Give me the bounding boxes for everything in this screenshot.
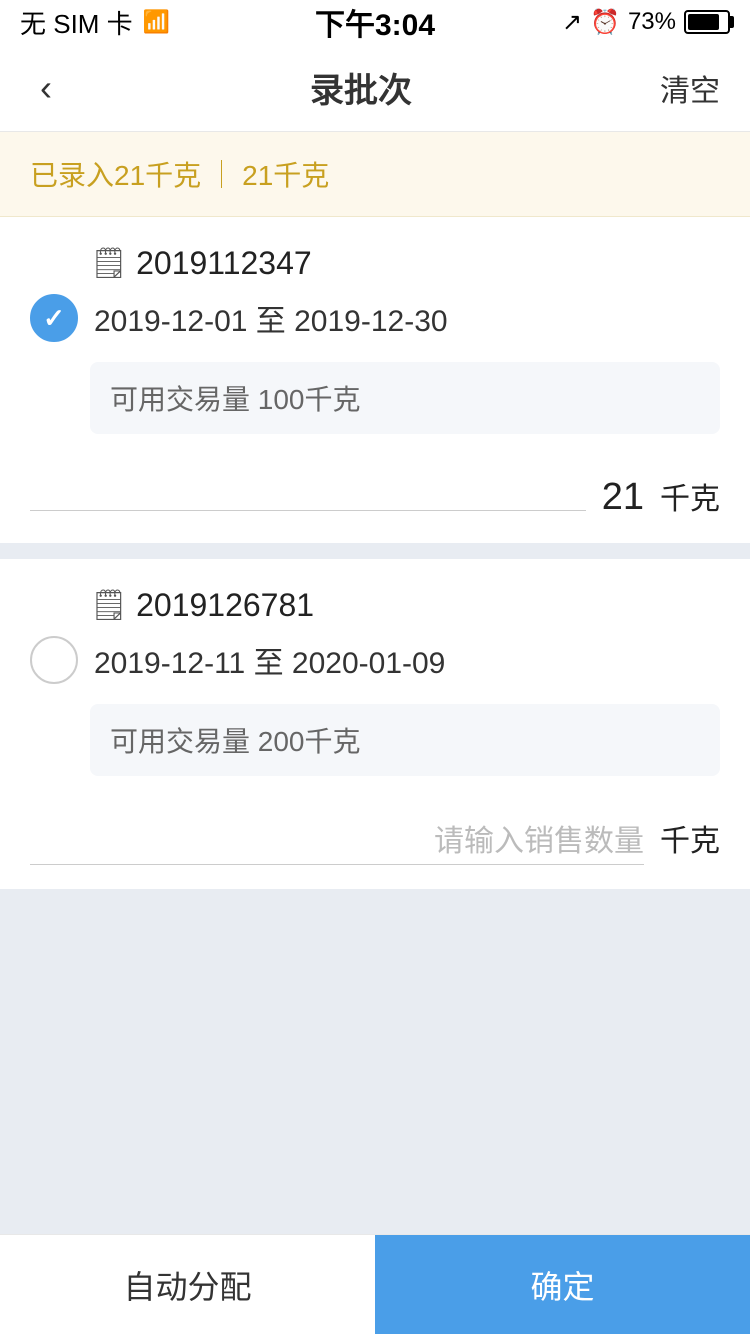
batch-id-icon-1: 🗒 <box>90 246 128 281</box>
batch-item-2: 🗒 2019126781 2019-12-11 至 2020-01-09 可用交… <box>0 559 750 776</box>
batch-id-text-2: 2019126781 <box>136 587 314 624</box>
batch-avail-text-2: 可用交易量 200千克 <box>110 726 361 757</box>
batch-date-text-2: 2019-12-11 至 2020-01-09 <box>94 638 445 682</box>
batch-date-row-1[interactable]: 2019-12-01 至 2019-12-30 <box>30 294 720 342</box>
battery-icon <box>684 10 730 34</box>
radio-button-1[interactable] <box>30 294 78 342</box>
radio-button-2[interactable] <box>30 636 78 684</box>
batch-item-1: 🗒 2019112347 2019-12-01 至 2019-12-30 可用交… <box>0 217 750 434</box>
quantity-row-1: 21 千克 <box>0 458 750 543</box>
quantity-unit-1: 千克 <box>660 474 720 518</box>
batch-date-row-2[interactable]: 2019-12-11 至 2020-01-09 <box>30 636 720 684</box>
quantity-value-1: 21 <box>602 476 644 519</box>
quantity-divider-1 <box>30 510 586 511</box>
recorded-amount: 已录入21千克 <box>30 154 201 194</box>
batch-id-text-1: 2019112347 <box>136 245 312 282</box>
alarm-icon: ⏰ <box>590 8 620 37</box>
clear-button[interactable]: 清空 <box>660 66 720 110</box>
wifi-icon: 📶 <box>143 9 170 35</box>
batch-avail-row-1: 可用交易量 100千克 <box>90 362 720 434</box>
status-time: 下午3:04 <box>315 0 435 44</box>
section-divider <box>0 543 750 559</box>
status-bar: 无 SIM 卡 📶 下午3:04 ↗ ⏰ 73% <box>0 0 750 44</box>
batch-avail-row-2: 可用交易量 200千克 <box>90 704 720 776</box>
batch-id-row-2: 🗒 2019126781 <box>30 587 720 624</box>
status-right: ↗ ⏰ 73% <box>562 8 730 37</box>
batch-id-row-1: 🗒 2019112347 <box>30 245 720 282</box>
info-divider <box>221 160 222 188</box>
bottom-buttons: 自动分配 确定 <box>0 1234 750 1334</box>
confirm-button[interactable]: 确定 <box>375 1235 750 1334</box>
status-left: 无 SIM 卡 📶 <box>20 4 170 41</box>
auto-assign-button[interactable]: 自动分配 <box>0 1235 375 1334</box>
back-button[interactable]: ‹ <box>30 57 62 119</box>
location-icon: ↗ <box>562 8 582 37</box>
page-title: 录批次 <box>310 63 412 112</box>
input-wrapper-2[interactable]: 请输入销售数量 <box>30 816 644 865</box>
nav-bar: ‹ 录批次 清空 <box>0 44 750 132</box>
input-unit-2: 千克 <box>660 816 720 860</box>
info-banner: 已录入21千克 21千克 <box>0 132 750 217</box>
battery-percent: 73% <box>628 8 676 36</box>
batch-card-2: 🗒 2019126781 2019-12-11 至 2020-01-09 可用交… <box>0 559 750 889</box>
batch-id-icon-2: 🗒 <box>90 588 128 623</box>
carrier-text: 无 SIM 卡 <box>20 4 133 41</box>
total-amount: 21千克 <box>242 154 329 194</box>
batch-card-1: 🗒 2019112347 2019-12-01 至 2019-12-30 可用交… <box>0 217 750 543</box>
input-row-2: 请输入销售数量 千克 <box>0 800 750 889</box>
batch-avail-text-1: 可用交易量 100千克 <box>110 384 361 415</box>
batch-date-text-1: 2019-12-01 至 2019-12-30 <box>94 296 448 340</box>
input-underline-2 <box>30 864 644 865</box>
quantity-input-placeholder[interactable]: 请输入销售数量 <box>434 816 644 860</box>
